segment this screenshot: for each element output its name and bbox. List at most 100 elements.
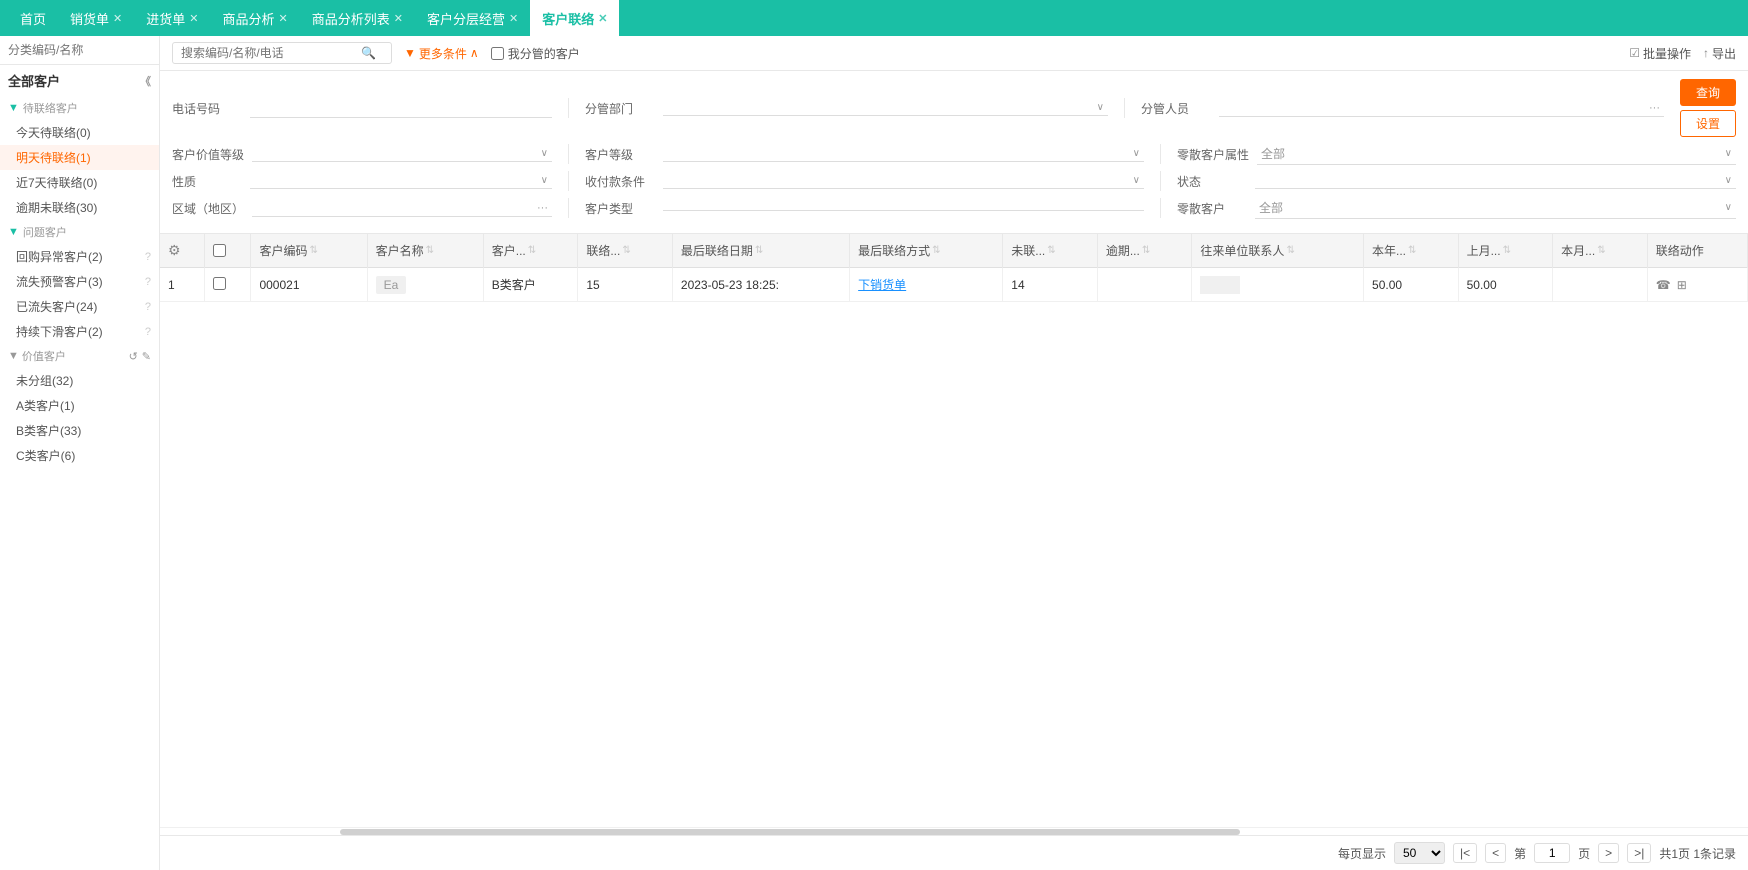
sidebar-item-lost-risk[interactable]: 流失预警客户(3) ? — [0, 269, 159, 294]
sort-icon-this-year: ⇅ — [1408, 245, 1416, 256]
nav-customer-contact[interactable]: 客户联络 ✕ — [530, 0, 619, 36]
sidebar-item-repeat-abnormal[interactable]: 回购异常客户(2) ? — [0, 244, 159, 269]
query-button[interactable]: 查询 — [1680, 79, 1736, 106]
col-contact[interactable]: 联络... ⇅ — [578, 234, 673, 268]
col-this-month[interactable]: 本月... ⇅ — [1553, 234, 1648, 268]
search-input[interactable] — [181, 46, 361, 60]
horizontal-scrollbar[interactable] — [160, 827, 1748, 835]
sidebar-search-wrap: 🔍 — [0, 36, 159, 65]
col-contact-label: 联络... — [586, 242, 620, 259]
nav-home[interactable]: 首页 — [8, 0, 58, 36]
sidebar-item-overdue[interactable]: 逾期未联络(30) — [0, 195, 159, 220]
sidebar-search-input[interactable] — [8, 43, 160, 57]
col-last-month[interactable]: 上月... ⇅ — [1458, 234, 1553, 268]
close-customer-tier-icon[interactable]: ✕ — [509, 12, 518, 25]
retail-customer-select[interactable]: 全部 ∨ — [1255, 197, 1736, 219]
edit-value-icon[interactable]: ✎ — [142, 350, 151, 363]
all-customers-header[interactable]: 全部客户 《 — [0, 65, 159, 96]
filter-chevron-icon: ∧ — [470, 46, 479, 60]
scrollbar-thumb[interactable] — [340, 829, 1240, 835]
phone-input[interactable] — [250, 99, 552, 118]
sidebar-item-seven-days[interactable]: 近7天待联络(0) — [0, 170, 159, 195]
sidebar-item-a-class[interactable]: A类客户(1) — [0, 393, 159, 418]
close-goods-analysis-list-icon[interactable]: ✕ — [394, 12, 403, 25]
close-sales-icon[interactable]: ✕ — [113, 12, 122, 25]
chevron-down-icon-7: ∨ — [1725, 175, 1732, 186]
prev-page-btn[interactable]: < — [1485, 843, 1506, 863]
select-all-checkbox[interactable] — [213, 244, 226, 257]
sidebar-item-ungrouped[interactable]: 未分组(32) — [0, 368, 159, 393]
sidebar-item-b-class[interactable]: B类客户(33) — [0, 418, 159, 443]
more-btn-1[interactable]: ··· — [1649, 102, 1660, 114]
col-this-year[interactable]: 本年... ⇅ — [1364, 234, 1459, 268]
sort-icon-type: ⇅ — [528, 245, 536, 256]
customer-value-select[interactable]: ∨ — [252, 146, 552, 162]
page-input[interactable] — [1534, 843, 1570, 863]
last-method-link[interactable]: 下销货单 — [858, 278, 906, 292]
nav-goods-analysis-list[interactable]: 商品分析列表 ✕ — [300, 0, 415, 36]
close-purchase-icon[interactable]: ✕ — [189, 12, 198, 25]
table-row: 1 000021 Ea B类客户 — [160, 268, 1748, 302]
action-more-icon[interactable]: ⊞ — [1677, 278, 1687, 292]
more-filters-btn[interactable]: ▼ 更多条件 ∧ — [404, 45, 479, 62]
close-goods-analysis-icon[interactable]: ✕ — [279, 12, 288, 25]
col-last-date[interactable]: 最后联络日期 ⇅ — [672, 234, 849, 268]
col-code[interactable]: 客户编码 ⇅ — [251, 234, 367, 268]
my-customer-check[interactable]: 我分管的客户 — [491, 45, 580, 62]
col-unit-contact-label: 往来单位联系人 — [1200, 242, 1284, 259]
filter-btn-label: 更多条件 — [419, 45, 467, 62]
next-page-btn[interactable]: > — [1598, 843, 1619, 863]
per-page-select[interactable]: 50 20 100 — [1394, 842, 1445, 864]
last-page-btn[interactable]: >| — [1627, 843, 1651, 863]
nav-sales[interactable]: 销货单 ✕ — [58, 0, 134, 36]
col-type[interactable]: 客户... ⇅ — [483, 234, 578, 268]
row-checkbox[interactable] — [213, 277, 226, 290]
col-name[interactable]: 客户名称 ⇅ — [367, 234, 483, 268]
refresh-value-icon[interactable]: ↺ — [129, 350, 138, 363]
status-select[interactable]: ∨ — [1255, 173, 1736, 189]
sidebar-item-lost[interactable]: 已流失客户(24) ? — [0, 294, 159, 319]
branch-person-select[interactable]: ··· — [1219, 100, 1664, 117]
tomorrow-label: 明天待联络(1) — [16, 149, 151, 166]
setting-button[interactable]: 设置 — [1680, 110, 1736, 137]
col-this-year-label: 本年... — [1372, 242, 1406, 259]
col-action: 联络动作 — [1647, 234, 1747, 268]
customer-type-select[interactable] — [663, 206, 1144, 211]
close-customer-contact-icon[interactable]: ✕ — [598, 12, 607, 25]
payment-select[interactable]: ∨ — [663, 173, 1144, 189]
col-unit-contact[interactable]: 往来单位联系人 ⇅ — [1192, 234, 1364, 268]
sidebar-item-today[interactable]: 今天待联络(0) — [0, 120, 159, 145]
customer-table: ⚙ 客户编码 ⇅ — [160, 234, 1748, 302]
sidebar-item-c-class[interactable]: C类客户(6) — [0, 443, 159, 468]
nav-goods-analysis[interactable]: 商品分析 ✕ — [210, 0, 299, 36]
table-footer: 每页显示 50 20 100 |< < 第 页 > >| 共1页 1条记录 — [160, 835, 1748, 870]
cell-last-method: 下销货单 — [850, 268, 1003, 302]
first-page-btn[interactable]: |< — [1453, 843, 1477, 863]
sidebar-item-tomorrow[interactable]: 明天待联络(1) — [0, 145, 159, 170]
gender-select[interactable]: ∨ — [250, 173, 552, 189]
col-overdue[interactable]: 逾期... ⇅ — [1097, 234, 1192, 268]
nav-customer-tier[interactable]: 客户分层经营 ✕ — [415, 0, 530, 36]
retail-attr-select[interactable]: 全部 ∨ — [1257, 143, 1736, 165]
col-no: ⚙ — [160, 234, 205, 268]
customer-level-select[interactable]: ∨ — [663, 146, 1144, 162]
batch-operation-btn[interactable]: ☑ 批量操作 — [1629, 45, 1691, 62]
my-customer-checkbox[interactable] — [491, 47, 504, 60]
export-btn[interactable]: ↑ 导出 — [1703, 45, 1736, 62]
col-unlocked[interactable]: 未联... ⇅ — [1003, 234, 1098, 268]
sidebar-item-continuous-decline[interactable]: 持续下滑客户(2) ? — [0, 319, 159, 344]
more-btn-2[interactable]: ··· — [537, 202, 548, 214]
table-settings-icon[interactable]: ⚙ — [168, 242, 181, 259]
nav-purchase[interactable]: 进货单 ✕ — [134, 0, 210, 36]
cell-code: 000021 — [251, 268, 367, 302]
page-label: 第 — [1514, 845, 1526, 862]
action-call-icon[interactable]: ☎ — [1656, 278, 1671, 292]
col-last-method[interactable]: 最后联络方式 ⇅ — [850, 234, 1003, 268]
branch-dept-select[interactable]: ∨ — [663, 100, 1108, 116]
help-icon-1: ? — [145, 251, 151, 263]
customer-value-label: 客户价值等级 — [172, 146, 244, 163]
region-select[interactable]: ··· — [252, 200, 552, 217]
help-icon-2: ? — [145, 276, 151, 288]
search-execute-icon[interactable]: 🔍 — [361, 46, 376, 60]
right-actions: ☑ 批量操作 ↑ 导出 — [1629, 45, 1736, 62]
